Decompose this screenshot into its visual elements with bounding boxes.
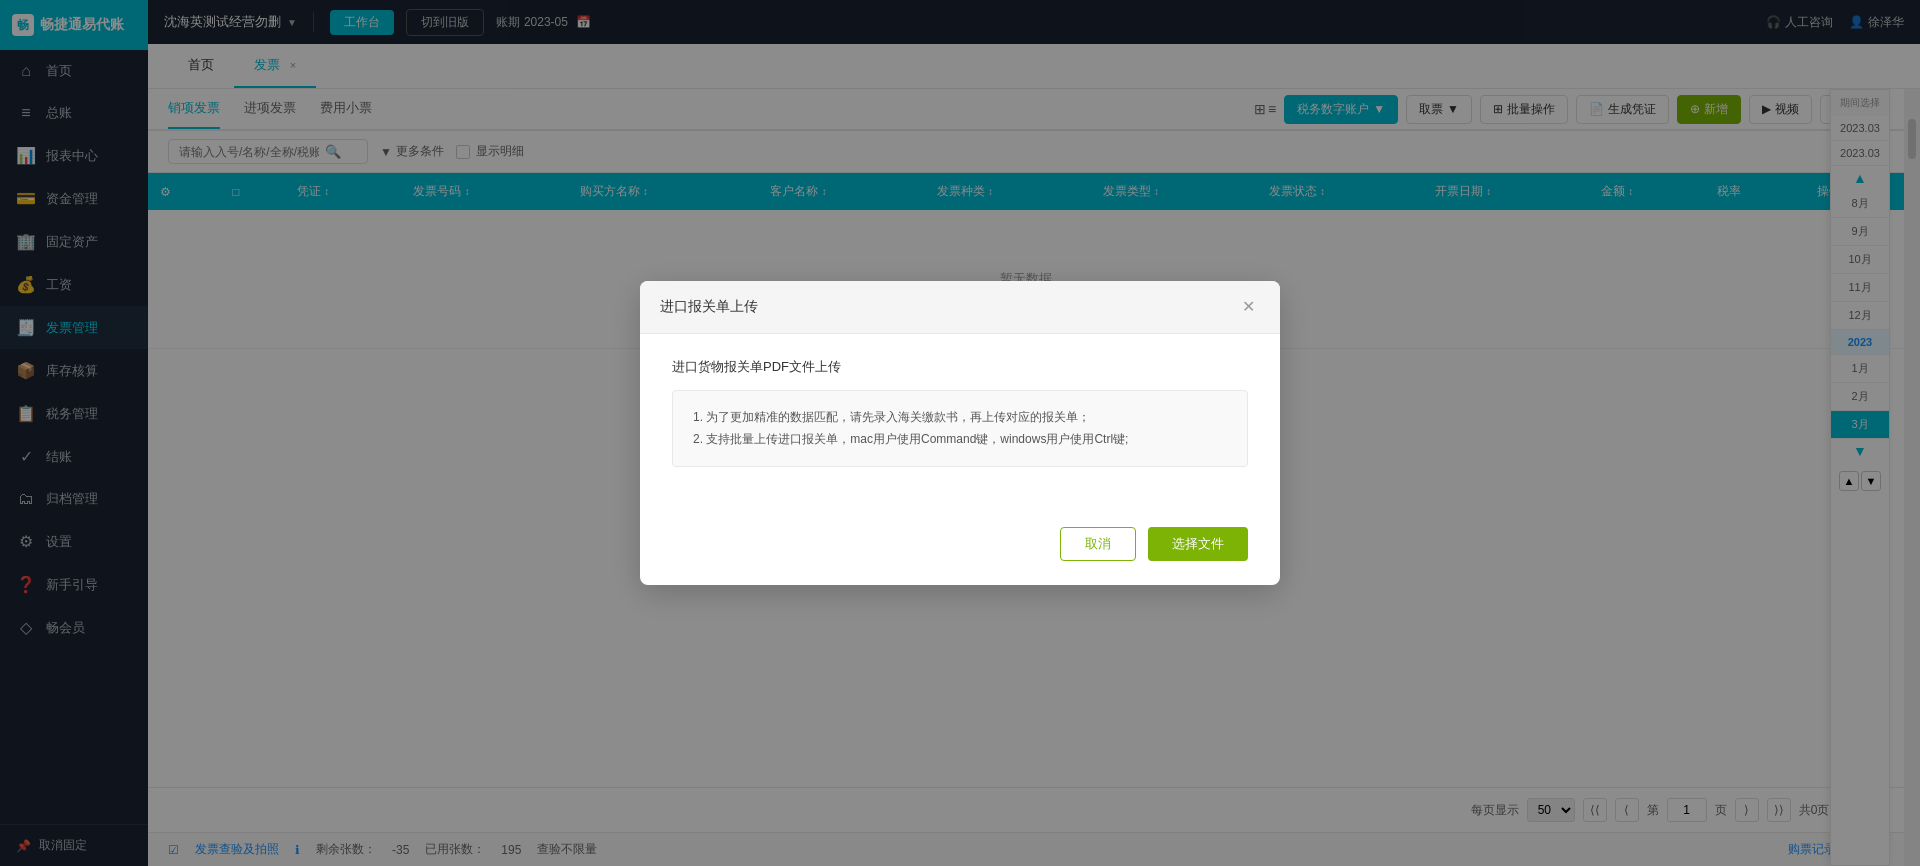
modal-title: 进口报关单上传 [660,298,758,316]
modal-info-item-1: 1. 为了更加精准的数据匹配，请先录入海关缴款书，再上传对应的报关单； [693,407,1227,429]
modal-footer: 取消 选择文件 [640,511,1280,585]
modal-close-btn[interactable]: ✕ [1236,295,1260,319]
modal-info-item-2: 2. 支持批量上传进口报关单，mac用户使用Command键，windows用户… [693,429,1227,451]
modal-header: 进口报关单上传 ✕ [640,281,1280,334]
modal-confirm-btn[interactable]: 选择文件 [1148,527,1248,561]
modal-body: 进口货物报关单PDF文件上传 1. 为了更加精准的数据匹配，请先录入海关缴款书，… [640,334,1280,511]
modal-info-box: 1. 为了更加精准的数据匹配，请先录入海关缴款书，再上传对应的报关单； 2. 支… [672,390,1248,467]
modal-cancel-btn[interactable]: 取消 [1060,527,1136,561]
modal-overlay[interactable]: 进口报关单上传 ✕ 进口货物报关单PDF文件上传 1. 为了更加精准的数据匹配，… [0,0,1920,866]
modal-section-title: 进口货物报关单PDF文件上传 [672,358,1248,376]
import-modal: 进口报关单上传 ✕ 进口货物报关单PDF文件上传 1. 为了更加精准的数据匹配，… [640,281,1280,585]
